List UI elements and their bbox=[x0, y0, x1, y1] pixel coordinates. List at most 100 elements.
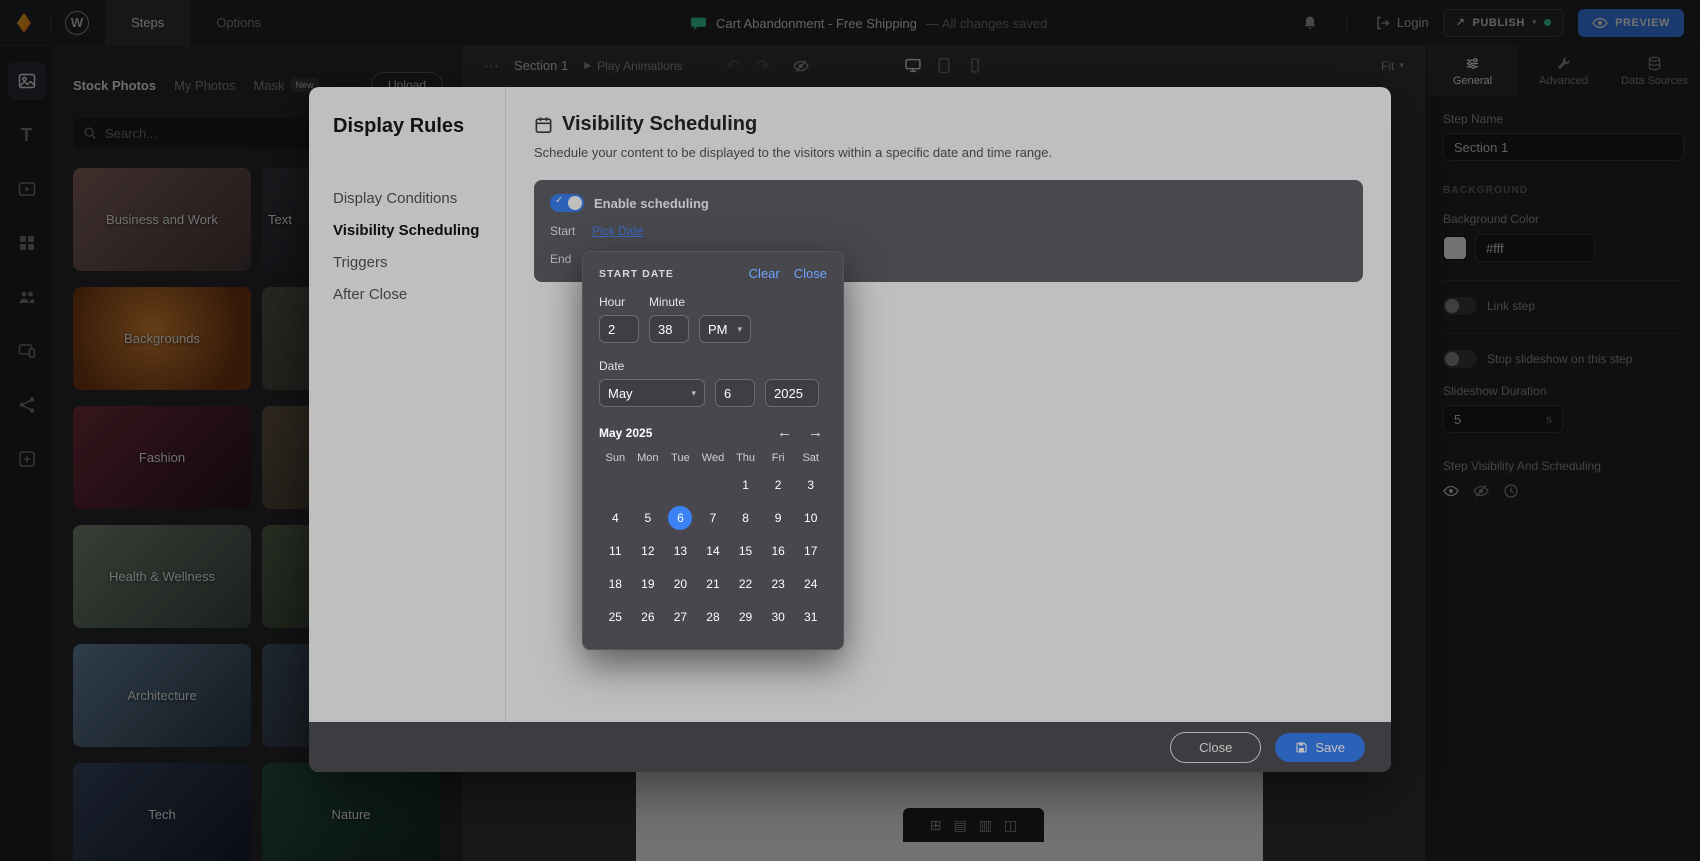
calendar-day[interactable]: 10 bbox=[794, 501, 827, 534]
weekday-label: Sun bbox=[605, 452, 626, 464]
calendar-day[interactable]: 12 bbox=[632, 534, 665, 567]
calendar-day[interactable]: 3 bbox=[794, 468, 827, 501]
calendar-day-number: 3 bbox=[807, 477, 815, 492]
calendar-day[interactable]: 2 bbox=[762, 468, 795, 501]
chevron-down-icon: ▾ bbox=[691, 387, 696, 398]
calendar-day[interactable]: 21 bbox=[697, 567, 730, 600]
calendar-day-number: 31 bbox=[804, 609, 818, 624]
year-input[interactable] bbox=[765, 379, 819, 407]
calendar-day-number: 24 bbox=[804, 576, 818, 591]
picker-header: START DATE Clear Close bbox=[599, 266, 827, 281]
weekday-label: Wed bbox=[701, 452, 725, 464]
calendar-day[interactable]: 13 bbox=[664, 534, 697, 567]
calendar-empty-cell bbox=[697, 468, 730, 501]
calendar-day-number: 29 bbox=[738, 609, 753, 624]
date-picker-popup: START DATE Clear Close Hour Minute PM ▾ bbox=[582, 251, 844, 650]
month-title: May 2025 bbox=[599, 425, 653, 440]
calendar-day[interactable]: 14 bbox=[697, 534, 730, 567]
calendar-day[interactable]: 4 bbox=[599, 501, 632, 534]
weekday-row: Sun Mon Tue Wed Thu Fri Sat bbox=[599, 452, 827, 464]
weekday-label: Sat bbox=[802, 452, 819, 464]
calendar-day-number: 2 bbox=[774, 477, 782, 492]
calendar-day-number: 6 bbox=[668, 505, 693, 530]
calendar-day[interactable]: 28 bbox=[697, 600, 730, 633]
chevron-down-icon: ▾ bbox=[737, 323, 742, 334]
calendar-day[interactable]: 15 bbox=[729, 534, 762, 567]
calendar-day-number: 11 bbox=[609, 543, 622, 558]
day-input[interactable] bbox=[715, 379, 755, 407]
meridiem-field: PM ▾ bbox=[699, 315, 751, 343]
calendar-day-number: 8 bbox=[742, 510, 749, 525]
picker-caption: START DATE bbox=[599, 267, 674, 280]
month-field: Date May ▾ bbox=[599, 359, 705, 407]
weekday-label: Mon bbox=[637, 452, 659, 464]
calendar-day-number: 23 bbox=[771, 576, 785, 591]
calendar-day-number: 10 bbox=[804, 510, 818, 525]
picker-backdrop bbox=[0, 0, 1700, 861]
calendar-day-number: 27 bbox=[673, 609, 688, 624]
weekday-label: Thu bbox=[736, 452, 756, 464]
calendar-day-number: 13 bbox=[673, 543, 688, 558]
picker-links: Clear Close bbox=[749, 266, 827, 281]
month-value: May bbox=[608, 385, 633, 401]
month-navigation: May 2025 ← → bbox=[599, 425, 827, 440]
calendar-day[interactable]: 29 bbox=[729, 600, 762, 633]
next-month-icon[interactable]: → bbox=[808, 425, 823, 440]
calendar-day[interactable]: 19 bbox=[632, 567, 665, 600]
calendar-day[interactable]: 1 bbox=[729, 468, 762, 501]
calendar-empty-cell bbox=[664, 468, 697, 501]
calendar-day-number: 4 bbox=[611, 510, 619, 525]
calendar-day-number: 17 bbox=[804, 543, 818, 558]
calendar-day-number: 5 bbox=[644, 510, 652, 525]
month-arrows: ← → bbox=[777, 425, 827, 440]
calendar-day-number: 30 bbox=[771, 609, 785, 624]
hour-field: Hour bbox=[599, 295, 639, 343]
weekday-label: Tue bbox=[671, 452, 690, 464]
calendar-day[interactable]: 6 bbox=[664, 501, 697, 534]
calendar-day[interactable]: 26 bbox=[632, 600, 665, 633]
hour-input[interactable] bbox=[599, 315, 639, 343]
minute-input[interactable] bbox=[649, 315, 689, 343]
calendar-day[interactable]: 8 bbox=[729, 501, 762, 534]
hour-label: Hour bbox=[599, 295, 626, 309]
calendar-day[interactable]: 11 bbox=[599, 534, 632, 567]
calendar-day-number: 19 bbox=[641, 576, 655, 591]
calendar-day[interactable]: 7 bbox=[697, 501, 730, 534]
calendar-day-number: 22 bbox=[738, 576, 753, 591]
calendar-day[interactable]: 30 bbox=[762, 600, 795, 633]
calendar-day-number: 14 bbox=[706, 543, 720, 558]
meridiem-select[interactable]: PM ▾ bbox=[699, 315, 751, 343]
calendar-day-number: 20 bbox=[673, 576, 688, 591]
date-row: Date May ▾ bbox=[599, 359, 827, 407]
time-row: Hour Minute PM ▾ bbox=[599, 295, 827, 343]
month-select[interactable]: May ▾ bbox=[599, 379, 705, 407]
calendar-day-number: 28 bbox=[706, 609, 720, 624]
calendar-day[interactable]: 24 bbox=[794, 567, 827, 600]
calendar-day-number: 16 bbox=[771, 543, 785, 558]
calendar-day[interactable]: 18 bbox=[599, 567, 632, 600]
calendar-empty-cell bbox=[632, 468, 665, 501]
meridiem-value: PM bbox=[708, 321, 728, 337]
calendar-day[interactable]: 25 bbox=[599, 600, 632, 633]
weekday-label: Fri bbox=[771, 452, 785, 464]
prev-month-icon[interactable]: ← bbox=[777, 425, 792, 440]
calendar-day[interactable]: 9 bbox=[762, 501, 795, 534]
picker-close-link[interactable]: Close bbox=[794, 266, 827, 281]
calendar-day[interactable]: 5 bbox=[632, 501, 665, 534]
calendar-day[interactable]: 20 bbox=[664, 567, 697, 600]
calendar-day[interactable]: 17 bbox=[794, 534, 827, 567]
calendar-day-number: 25 bbox=[608, 609, 622, 624]
calendar-day-number: 12 bbox=[641, 543, 655, 558]
calendar-day[interactable]: 27 bbox=[664, 600, 697, 633]
calendar-day[interactable]: 23 bbox=[762, 567, 795, 600]
date-label: Date bbox=[599, 359, 625, 373]
calendar-grid: 1 2 3 4 5 6 7 8 9 10 11 12 13 14 15 16 17 18 19 20 21 22 23 24 2… bbox=[599, 468, 827, 633]
picker-clear-link[interactable]: Clear bbox=[749, 266, 780, 281]
calendar-day-number: 21 bbox=[706, 576, 720, 591]
calendar-day[interactable]: 16 bbox=[762, 534, 795, 567]
calendar-empty-cell bbox=[599, 468, 632, 501]
calendar-day[interactable]: 22 bbox=[729, 567, 762, 600]
minute-field: Minute bbox=[649, 295, 689, 343]
minute-label: Minute bbox=[649, 295, 686, 309]
calendar-day[interactable]: 31 bbox=[794, 600, 827, 633]
